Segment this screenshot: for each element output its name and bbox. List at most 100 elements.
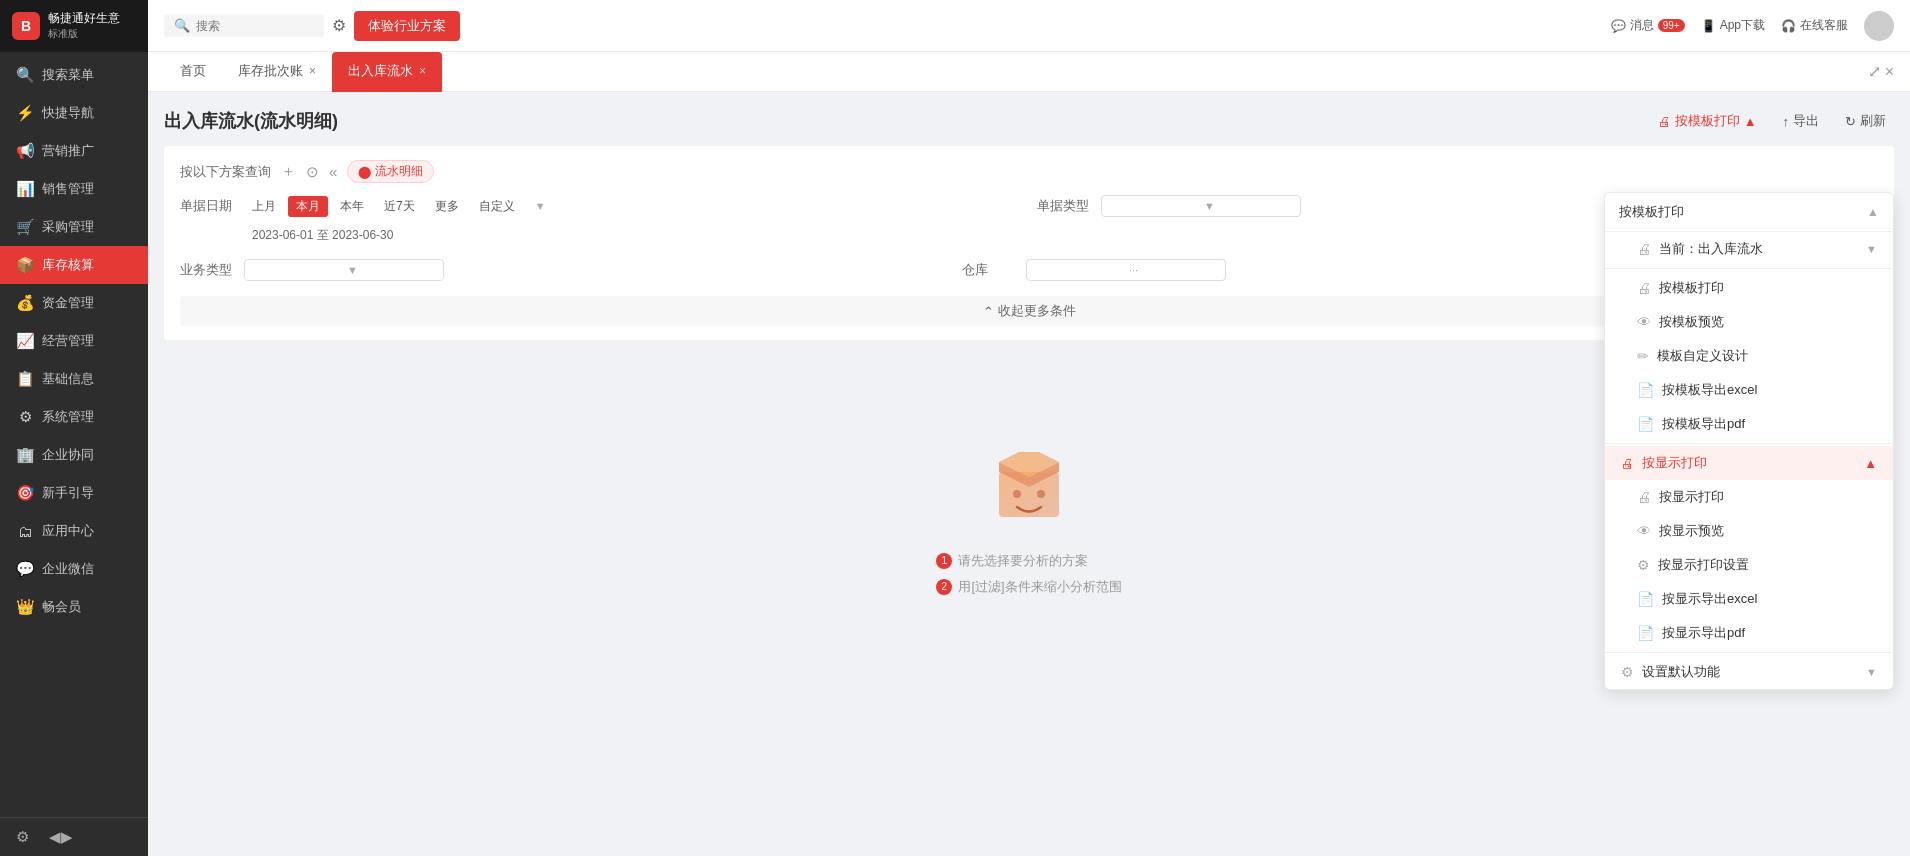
sidebar-icon-basic: 📋 [16,370,34,388]
current-label: 当前：出入库流水 [1659,240,1763,258]
dropdown-item-template-customize[interactable]: ✏模板自定义设计 [1605,339,1893,373]
sidebar-icon-enterprise: 🏢 [16,446,34,464]
sidebar-item-app-center[interactable]: 🗂应用中心 [0,512,148,550]
app-logo-icon: B [12,12,40,40]
business-type-select[interactable]: ▼ [244,259,444,281]
sidebar-label-business: 经营管理 [42,332,94,350]
sidebar-item-system[interactable]: ⚙系统管理 [0,398,148,436]
sidebar-label-basic: 基础信息 [42,370,94,388]
template-print-label: 按模板打印 [1659,279,1724,297]
date-option-本月[interactable]: 本月 [288,196,328,217]
sidebar-item-sales[interactable]: 📊销售管理 [0,170,148,208]
search-input[interactable] [196,19,296,33]
sidebar-icon-guide: 🎯 [16,484,34,502]
display-section-collapse[interactable]: ▲ [1864,456,1877,471]
tab-home[interactable]: 首页 [164,52,222,92]
template-export-excel-icon: 📄 [1637,382,1654,398]
filter-label: 按以下方案查询 [180,163,271,181]
refresh-button[interactable]: ↻ 刷新 [1837,108,1894,134]
date-option-自定义[interactable]: 自定义 [471,196,523,217]
topbar-gear-icon[interactable]: ⚙ [332,16,346,35]
refresh-icon: ↻ [1845,114,1856,129]
sidebar-icon-app-center: 🗂 [16,523,34,540]
sidebar-item-finance[interactable]: 💰资金管理 [0,284,148,322]
service-button[interactable]: 🎧 在线客服 [1781,17,1848,34]
date-dropdown-arrow[interactable]: ▼ [535,200,546,212]
dropdown-current[interactable]: 🖨 当前：出入库流水 ▼ [1605,232,1893,266]
sidebar-item-search-menu[interactable]: 🔍搜索菜单 [0,56,148,94]
filter-header: 按以下方案查询 ＋ ⊙ « ⬤ 流水明细 [180,160,1878,183]
sidebar-item-inventory[interactable]: 📦库存核算 [0,246,148,284]
message-button[interactable]: 💬 消息 99+ [1611,17,1685,34]
app-version: 标准版 [48,27,120,41]
active-filter-tag[interactable]: ⬤ 流水明细 [347,160,434,183]
empty-tip-2: 2 用[过滤]条件来缩小分析范围 [936,574,1121,600]
settings-icon[interactable]: ⚙ [16,828,29,846]
dropdown-item-template-preview[interactable]: 👁按模板预览 [1605,305,1893,339]
sidebar-item-wecom[interactable]: 💬企业微信 [0,550,148,588]
set-default-function[interactable]: ⚙ 设置默认功能 ▼ [1605,655,1893,689]
date-label: 单据日期 [180,197,236,215]
sidebar-nav: 🔍搜索菜单⚡快捷导航📢营销推广📊销售管理🛒采购管理📦库存核算💰资金管理📈经营管理… [0,52,148,817]
sidebar-item-enterprise[interactable]: 🏢企业协同 [0,436,148,474]
sidebar-item-guide[interactable]: 🎯新手引导 [0,474,148,512]
template-customize-icon: ✏ [1637,348,1649,364]
close-all-tabs-icon[interactable]: × [1885,63,1894,81]
tabs-right-controls: ⤢ × [1868,62,1894,81]
page-content: 出入库流水(流水明细) 🖨 按模板打印 ▲ ↑ 导出 ↻ 刷新 [148,92,1910,856]
date-option-近7天[interactable]: 近7天 [376,196,423,217]
tab-current-close[interactable]: × [419,64,426,78]
app-download-label: App下载 [1720,17,1765,34]
date-option-上月[interactable]: 上月 [244,196,284,217]
page-title: 出入库流水(流水明细) [164,109,338,133]
dropdown-display-item-display-export-pdf[interactable]: 📄按显示导出pdf [1605,616,1893,650]
warehouse-select[interactable]: ··· [1026,259,1226,281]
maximize-icon[interactable]: ⤢ [1868,62,1881,81]
dropdown-close-arrow[interactable]: ▲ [1867,205,1879,219]
display-print-label: 按显示打印 [1659,488,1724,506]
tab-inventory-batch-close[interactable]: × [309,64,316,78]
template-print-button[interactable]: 🖨 按模板打印 ▲ [1650,108,1765,134]
sidebar-icon-quick-nav: ⚡ [16,104,34,122]
filter-add-icon[interactable]: ＋ [281,162,296,181]
display-print-header[interactable]: 🖨 按显示打印 ▲ [1605,446,1893,480]
divider-1 [1605,268,1893,269]
dropdown-item-template-export-pdf[interactable]: 📄按模板导出pdf [1605,407,1893,441]
topbar-search-box[interactable]: 🔍 [164,14,324,37]
dropdown-item-template-export-excel[interactable]: 📄按模板导出excel [1605,373,1893,407]
topbar-right: 💬 消息 99+ 📱 App下载 🎧 在线客服 [1611,11,1894,41]
filter-collapse-icon[interactable]: « [329,163,337,180]
warehouse-more-icon[interactable]: ··· [1129,264,1215,276]
sidebar-icon-system: ⚙ [16,408,34,426]
refresh-label: 刷新 [1860,112,1886,130]
dropdown-display-item-display-print[interactable]: 🖨按显示打印 [1605,480,1893,514]
dropdown-header: 按模板打印 ▲ [1605,193,1893,232]
doc-type-select[interactable]: ▼ [1101,195,1301,217]
dropdown-display-item-display-export-excel[interactable]: 📄按显示导出excel [1605,582,1893,616]
trial-button[interactable]: 体验行业方案 [354,11,460,41]
collapse-icon[interactable]: ◀▶ [49,828,73,846]
filter-settings-icon[interactable]: ⊙ [306,163,319,181]
tab-inventory-batch[interactable]: 库存批次账 × [222,52,332,92]
dropdown-item-template-print[interactable]: 🖨按模板打印 [1605,271,1893,305]
dropdown-display-item-display-print-settings[interactable]: ⚙按显示打印设置 [1605,548,1893,582]
sidebar-item-purchase[interactable]: 🛒采购管理 [0,208,148,246]
export-button[interactable]: ↑ 导出 [1775,108,1828,134]
date-option-本年[interactable]: 本年 [332,196,372,217]
sidebar-item-member[interactable]: 👑畅会员 [0,588,148,626]
divider-2 [1605,443,1893,444]
sidebar-item-business[interactable]: 📈经营管理 [0,322,148,360]
tab-inventory-batch-label: 库存批次账 [238,62,303,80]
tab-current[interactable]: 出入库流水 × [332,52,442,92]
tab-home-label: 首页 [180,62,206,80]
sidebar: B 畅捷通好生意 标准版 🔍搜索菜单⚡快捷导航📢营销推广📊销售管理🛒采购管理📦库… [0,0,148,856]
sidebar-item-basic[interactable]: 📋 基础信息 [0,360,148,398]
display-export-pdf-icon: 📄 [1637,625,1654,641]
avatar[interactable] [1864,11,1894,41]
dropdown-display-item-display-preview[interactable]: 👁按显示预览 [1605,514,1893,548]
dropdown-template-items: 🖨按模板打印👁按模板预览✏模板自定义设计📄按模板导出excel📄按模板导出pdf [1605,271,1893,441]
sidebar-item-marketing[interactable]: 📢营销推广 [0,132,148,170]
app-download-button[interactable]: 📱 App下载 [1701,17,1765,34]
date-option-更多[interactable]: 更多 [427,196,467,217]
sidebar-item-quick-nav[interactable]: ⚡快捷导航 [0,94,148,132]
